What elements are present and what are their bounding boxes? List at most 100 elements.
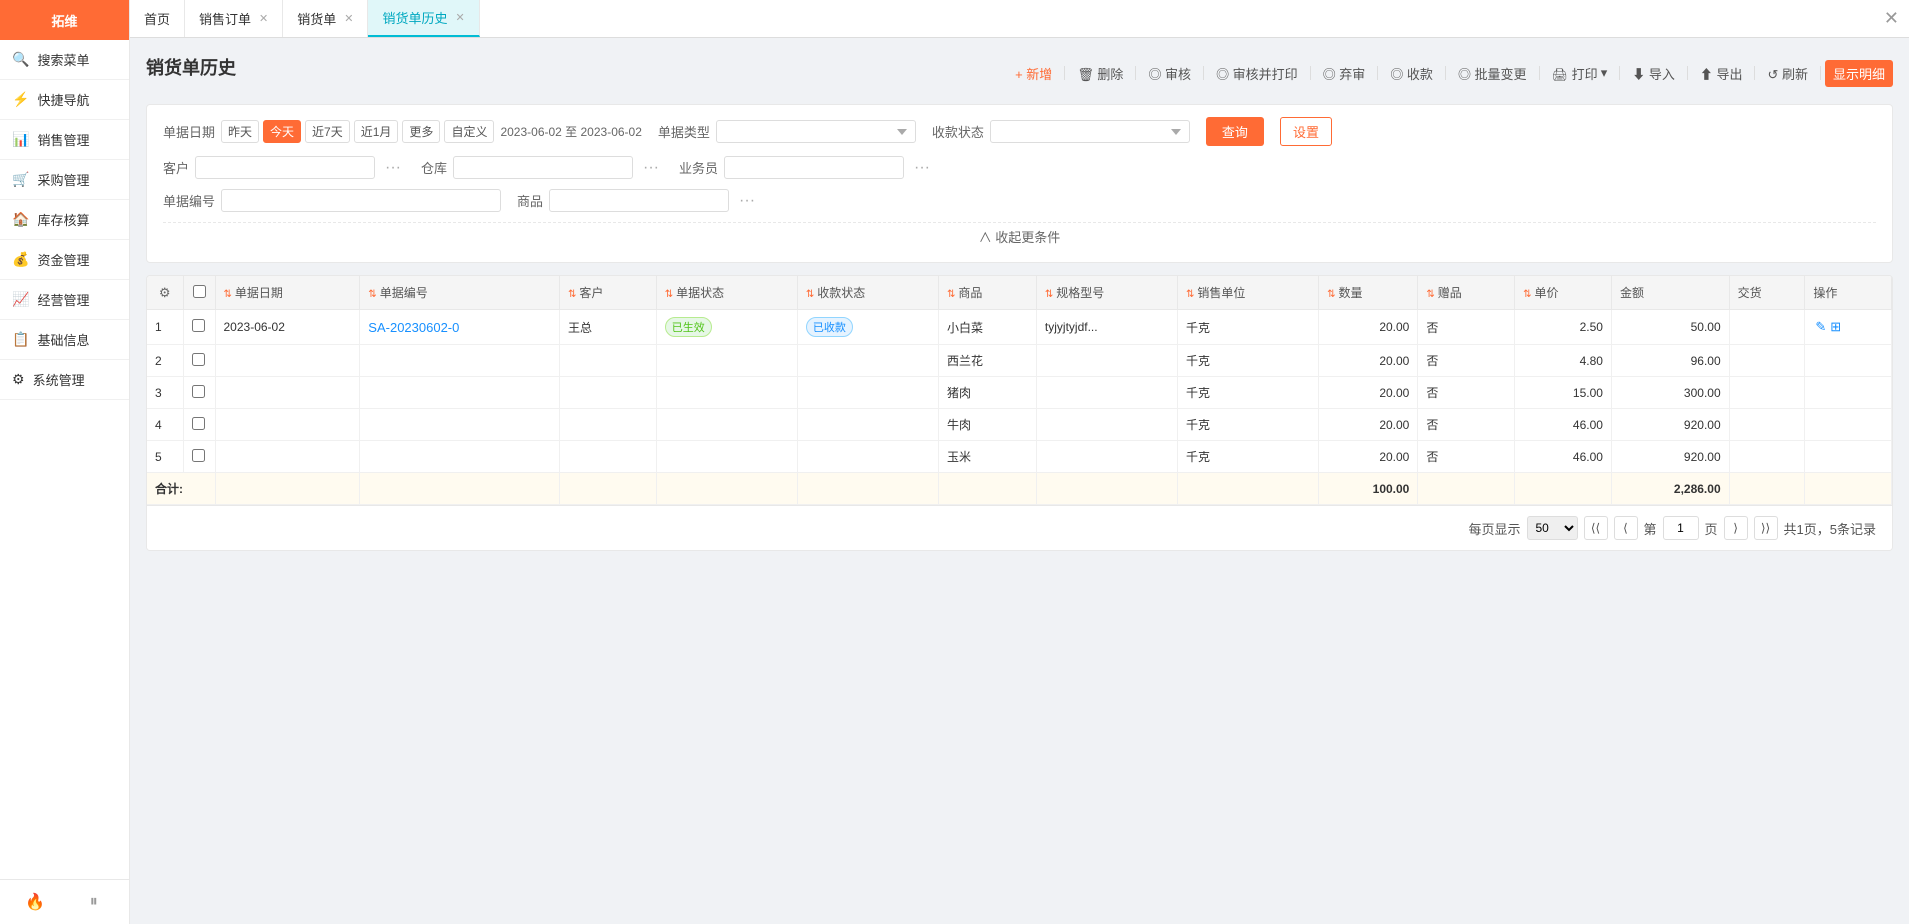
date-btn-more[interactable]: 更多: [402, 120, 440, 143]
collapse-filter-btn[interactable]: ∧ 收起更条件: [163, 222, 1876, 250]
tab-sales-history[interactable]: 销货单历史 ✕: [368, 0, 479, 37]
cell-checkbox[interactable]: [183, 409, 215, 441]
tab-close-all[interactable]: ✕: [1874, 0, 1909, 37]
sidebar-item-purchase-mgmt[interactable]: 🛒 采购管理: [0, 160, 129, 200]
sidebar-footer-btn2[interactable]: ⏸: [67, 888, 122, 916]
tab-home[interactable]: 首页: [130, 0, 185, 37]
cell-checkbox[interactable]: [183, 441, 215, 473]
gear-settings-icon[interactable]: ⚙: [159, 285, 171, 300]
filter-panel: 单据日期 昨天 今天 近7天 近1月 更多 自定义 2023-06-02 至 2…: [146, 104, 1893, 263]
cell-doc-no[interactable]: [360, 377, 560, 409]
query-button[interactable]: 查询: [1206, 117, 1264, 146]
tab-sales-delivery-close[interactable]: ✕: [344, 12, 353, 25]
th-doc-status[interactable]: ⇅单据状态: [656, 276, 797, 310]
export-button[interactable]: ⬆ 导出: [1692, 60, 1751, 87]
page-next-btn[interactable]: ⟩: [1724, 516, 1748, 540]
sidebar-item-inventory[interactable]: 🏠 库存核算: [0, 200, 129, 240]
cell-action[interactable]: ✎⊞: [1805, 310, 1892, 345]
review-button[interactable]: ◎ 审核: [1140, 60, 1199, 87]
sidebar-item-sys-admin[interactable]: ⚙ 系统管理: [0, 360, 129, 400]
th-payment-status[interactable]: ⇅收款状态: [797, 276, 938, 310]
payment-status-select[interactable]: [990, 120, 1190, 143]
tab-sales-order-close[interactable]: ✕: [259, 12, 268, 25]
docno-input[interactable]: [221, 189, 501, 212]
new-button[interactable]: + 新增: [1007, 60, 1060, 87]
th-gift[interactable]: ⇅赠品: [1418, 276, 1515, 310]
th-gear[interactable]: ⚙: [147, 276, 183, 310]
date-btn-custom[interactable]: 自定义: [444, 120, 494, 143]
delete-button[interactable]: 🗑 删除: [1069, 60, 1131, 87]
print-button[interactable]: 🖨 打印 ▾: [1544, 60, 1616, 87]
th-goods[interactable]: ⇅商品: [938, 276, 1036, 310]
cell-action[interactable]: [1805, 345, 1892, 377]
sidebar-footer-btn1[interactable]: 🔥: [8, 888, 63, 916]
row-checkbox[interactable]: [192, 417, 205, 430]
doc-status-badge: 已生效: [665, 317, 712, 337]
sidebar-item-basic-info[interactable]: 📋 基础信息: [0, 320, 129, 360]
batch-change-button[interactable]: ◎ 批量变更: [1450, 60, 1535, 87]
sidebar-item-search-menu[interactable]: 🔍 搜索菜单: [0, 40, 129, 80]
th-qty[interactable]: ⇅数量: [1319, 276, 1418, 310]
date-btn-7days[interactable]: 近7天: [305, 120, 350, 143]
page-first-btn[interactable]: ⟨⟨: [1584, 516, 1608, 540]
customer-input[interactable]: [195, 156, 375, 179]
doc-no-link[interactable]: SA-20230602-0: [368, 320, 459, 335]
cell-checkbox[interactable]: [183, 345, 215, 377]
tab-sales-order[interactable]: 销售订单 ✕: [185, 0, 283, 37]
refresh-button[interactable]: ↺ 刷新: [1759, 60, 1816, 87]
tab-sales-delivery[interactable]: 销货单 ✕: [283, 0, 368, 37]
date-btn-today[interactable]: 今天: [263, 120, 301, 143]
cell-doc-no[interactable]: [360, 345, 560, 377]
cell-action[interactable]: [1805, 377, 1892, 409]
warehouse-ellipsis[interactable]: ···: [639, 159, 663, 177]
review-print-button[interactable]: ◎ 审核并打印: [1208, 60, 1306, 87]
salesperson-ellipsis[interactable]: ···: [910, 159, 934, 177]
th-check[interactable]: [183, 276, 215, 310]
abandon-button[interactable]: ◎ 弃审: [1315, 60, 1374, 87]
row-checkbox[interactable]: [192, 353, 205, 366]
th-unit-price[interactable]: ⇅单价: [1515, 276, 1612, 310]
cell-doc-no[interactable]: [360, 409, 560, 441]
goods-input[interactable]: [549, 189, 729, 212]
page-number-input[interactable]: [1663, 516, 1699, 540]
th-spec[interactable]: ⇅规格型号: [1036, 276, 1177, 310]
customer-ellipsis[interactable]: ···: [381, 159, 405, 177]
sidebar-item-finance[interactable]: 💰 资金管理: [0, 240, 129, 280]
more-icon[interactable]: ⊞: [1830, 319, 1841, 334]
cell-action[interactable]: [1805, 441, 1892, 473]
page-prev-btn[interactable]: ⟨: [1614, 516, 1638, 540]
th-doc-date[interactable]: ⇅单据日期: [215, 276, 360, 310]
page-label: 第: [1644, 519, 1657, 538]
th-customer[interactable]: ⇅客户: [559, 276, 656, 310]
page-last-btn[interactable]: ⟩⟩: [1754, 516, 1778, 540]
sidebar-item-quick-nav[interactable]: ⚡ 快捷导航: [0, 80, 129, 120]
row-checkbox[interactable]: [192, 385, 205, 398]
cell-doc-date: 2023-06-02: [215, 310, 360, 345]
tab-sales-history-close[interactable]: ✕: [456, 11, 465, 24]
cell-doc-no[interactable]: [360, 441, 560, 473]
cell-checkbox[interactable]: [183, 377, 215, 409]
sidebar-item-operations[interactable]: 📈 经营管理: [0, 280, 129, 320]
date-btn-yesterday[interactable]: 昨天: [221, 120, 259, 143]
cell-action[interactable]: [1805, 409, 1892, 441]
row-checkbox[interactable]: [192, 319, 205, 332]
edit-icon[interactable]: ✎: [1815, 319, 1826, 334]
per-page-select[interactable]: 50 100 200: [1527, 516, 1578, 540]
collect-button[interactable]: ◎ 收款: [1382, 60, 1441, 87]
doc-type-select[interactable]: [716, 120, 916, 143]
row-checkbox[interactable]: [192, 449, 205, 462]
salesperson-input[interactable]: [724, 156, 904, 179]
settings-button[interactable]: 设置: [1280, 117, 1332, 146]
cell-doc-no[interactable]: SA-20230602-0: [360, 310, 560, 345]
goods-ellipsis[interactable]: ···: [735, 192, 759, 210]
select-all-checkbox[interactable]: [193, 285, 206, 298]
cell-checkbox[interactable]: [183, 310, 215, 345]
import-button[interactable]: ⬇ 导入: [1624, 60, 1683, 87]
date-btn-1month[interactable]: 近1月: [354, 120, 399, 143]
th-doc-no[interactable]: ⇅单据编号: [360, 276, 560, 310]
purchase-icon: 🛒: [12, 171, 29, 188]
th-unit[interactable]: ⇅销售单位: [1178, 276, 1319, 310]
warehouse-input[interactable]: [453, 156, 633, 179]
sidebar-item-sales-mgmt[interactable]: 📊 销售管理: [0, 120, 129, 160]
show-detail-button[interactable]: 显示明细: [1825, 60, 1893, 87]
